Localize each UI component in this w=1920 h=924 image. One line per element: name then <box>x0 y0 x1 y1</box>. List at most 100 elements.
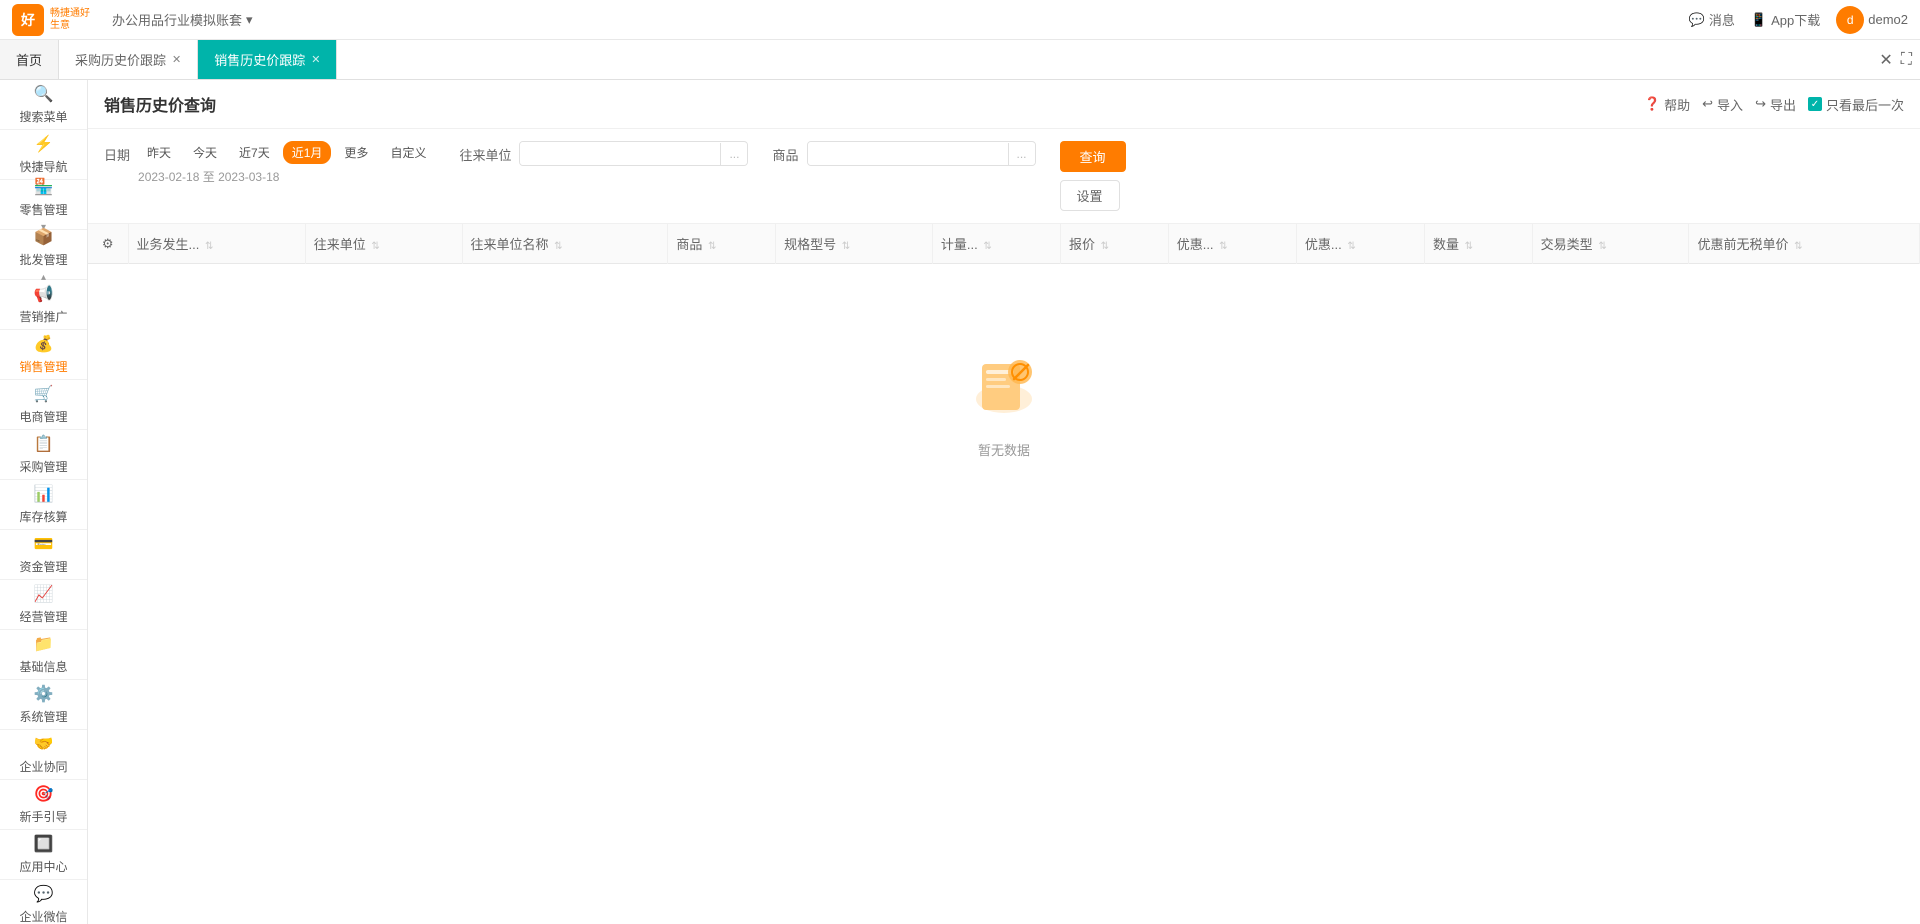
message-btn[interactable]: 💬 消息 <box>1689 10 1735 29</box>
tab-bar: 首页 采购历史价跟踪 ✕ 销售历史价跟踪 ✕ ✕ ⛶ <box>0 40 1920 80</box>
tab-purchase-history[interactable]: 采购历史价跟踪 ✕ <box>59 40 198 79</box>
search-menu-icon: 🔍 <box>34 84 54 104</box>
col-quantity-label: 数量 <box>1433 237 1459 252</box>
col-pre-tax-price-label: 优惠前无税单价 <box>1697 237 1788 252</box>
sidebar-item-purchase-mgmt[interactable]: 📋 采购管理 <box>0 430 87 480</box>
tab-purchase-label: 采购历史价跟踪 <box>75 50 166 69</box>
sidebar-item-new-guide[interactable]: 🎯 新手引导 <box>0 780 87 830</box>
col-discount1-label: 优惠... <box>1177 237 1214 252</box>
date-btn-group: 昨天 今天 近7天 近1月 更多 自定义 <box>138 141 435 164</box>
workspace-dropdown[interactable]: 办公用品行业模拟账套 ▾ <box>112 10 253 29</box>
export-btn[interactable]: ↪ 导出 <box>1755 95 1796 114</box>
tab-home[interactable]: 首页 <box>0 40 59 79</box>
logo-icon: 好 <box>12 4 44 36</box>
app-center-icon: 🔲 <box>34 834 54 854</box>
sidebar-item-enterprise-collab[interactable]: 🤝 企业协同 <box>0 730 87 780</box>
sidebar-item-marketing[interactable]: 📢 营销推广 <box>0 280 87 330</box>
date-filter-label: 日期 <box>104 141 130 164</box>
col-quoted-price-label: 报价 <box>1069 237 1095 252</box>
basic-info-icon: 📁 <box>34 634 54 654</box>
query-button[interactable]: 查询 <box>1060 141 1126 172</box>
import-btn[interactable]: ↩ 导入 <box>1702 95 1743 114</box>
sidebar-item-wholesale-mgmt[interactable]: 📦 批发管理 ▴ <box>0 230 87 280</box>
empty-illustration <box>964 344 1044 424</box>
date-filters: 昨天 今天 近7天 近1月 更多 自定义 2023-02-18 至 2023-0… <box>138 141 435 185</box>
settings-button[interactable]: 设置 <box>1060 180 1120 211</box>
workspace-label: 办公用品行业模拟账套 <box>112 10 242 29</box>
tab-maximize-icon[interactable]: ⛶ <box>1901 51 1912 69</box>
sidebar-item-enterprise-wechat[interactable]: 💬 企业微信 <box>0 880 87 924</box>
message-icon: 💬 <box>1689 12 1705 28</box>
sidebar-item-basic-info[interactable]: 📁 基础信息 <box>0 630 87 680</box>
col-trade-type[interactable]: 交易类型 ⇅ <box>1532 224 1689 264</box>
tab-sales-history[interactable]: 销售历史价跟踪 ✕ <box>198 40 337 79</box>
date-btn-1month[interactable]: 近1月 <box>283 141 332 164</box>
only-last-checkbox[interactable]: ✓ <box>1808 97 1822 111</box>
sidebar-item-search-menu[interactable]: 🔍 搜索菜单 <box>0 80 87 130</box>
col-partner-code[interactable]: 往来单位 ⇅ <box>305 224 462 264</box>
tab-sales-label: 销售历史价跟踪 <box>214 50 305 69</box>
sort-icon: ⇅ <box>371 241 379 252</box>
table-area: ⚙ 业务发生... ⇅ 往来单位 ⇅ 往来单位名称 <box>88 224 1920 924</box>
page-title: 销售历史价查询 <box>104 92 216 116</box>
logo-text: 畅捷通好生意 <box>50 8 92 32</box>
sidebar-item-quick-nav[interactable]: ⚡ 快捷导航 <box>0 130 87 180</box>
sidebar-item-sales-mgmt[interactable]: 💰 销售管理 <box>0 330 87 380</box>
col-pre-tax-price[interactable]: 优惠前无税单价 ⇅ <box>1689 224 1920 264</box>
date-btn-more[interactable]: 更多 <box>335 141 377 164</box>
date-btn-today[interactable]: 今天 <box>184 141 226 164</box>
goods-input-suffix[interactable]: ... <box>1008 143 1035 165</box>
col-unit[interactable]: 计量... ⇅ <box>932 224 1060 264</box>
col-goods[interactable]: 商品 ⇅ <box>668 224 776 264</box>
col-partner-name[interactable]: 往来单位名称 ⇅ <box>462 224 668 264</box>
sidebar-item-retail-mgmt[interactable]: 🏪 零售管理 ▾ <box>0 180 87 230</box>
tab-bar-end: ✕ ⛶ <box>1871 40 1920 79</box>
date-btn-7days[interactable]: 近7天 <box>230 141 279 164</box>
tab-home-label: 首页 <box>16 50 42 69</box>
col-biz-date[interactable]: 业务发生... ⇅ <box>128 224 305 264</box>
col-trade-type-label: 交易类型 <box>1541 237 1593 252</box>
sidebar-item-finance-mgmt[interactable]: 💳 资金管理 <box>0 530 87 580</box>
sidebar-item-operations-mgmt[interactable]: 📈 经营管理 <box>0 580 87 630</box>
col-quoted-price[interactable]: 报价 ⇅ <box>1061 224 1169 264</box>
export-label: 导出 <box>1770 95 1796 114</box>
main-layout: 🔍 搜索菜单 ⚡ 快捷导航 🏪 零售管理 ▾ 📦 批发管理 ▴ 📢 营销推广 💰… <box>0 80 1920 924</box>
col-spec[interactable]: 规格型号 ⇅ <box>776 224 933 264</box>
col-quantity[interactable]: 数量 ⇅ <box>1424 224 1532 264</box>
help-btn[interactable]: ❓ 帮助 <box>1644 95 1690 114</box>
avatar: d <box>1836 6 1864 34</box>
data-table: ⚙ 业务发生... ⇅ 往来单位 ⇅ 往来单位名称 <box>88 224 1920 264</box>
sidebar-item-inventory[interactable]: 📊 库存核算 <box>0 480 87 530</box>
sidebar-item-app-center[interactable]: 🔲 应用中心 <box>0 830 87 880</box>
sort-icon: ⇅ <box>983 241 991 252</box>
table-settings-icon[interactable]: ⚙ <box>102 236 114 251</box>
only-last-checkbox-area[interactable]: ✓ 只看最后一次 <box>1808 95 1904 114</box>
date-btn-yesterday[interactable]: 昨天 <box>138 141 180 164</box>
user-area[interactable]: d demo2 <box>1836 6 1908 34</box>
goods-input[interactable] <box>808 142 1008 165</box>
col-partner-name-label: 往来单位名称 <box>471 237 549 252</box>
col-discount1[interactable]: 优惠... ⇅ <box>1168 224 1296 264</box>
col-discount2-label: 优惠... <box>1305 237 1342 252</box>
sidebar-item-ecommerce-mgmt[interactable]: 🛒 电商管理 <box>0 380 87 430</box>
sidebar-item-label: 零售管理 <box>19 201 67 218</box>
filter-actions: 查询 设置 <box>1060 141 1126 211</box>
unit-input-suffix[interactable]: ... <box>720 143 747 165</box>
date-filter-group: 日期 昨天 今天 近7天 近1月 更多 自定义 2023-02-18 至 202… <box>104 141 435 185</box>
filter-area: 日期 昨天 今天 近7天 近1月 更多 自定义 2023-02-18 至 202… <box>88 129 1920 224</box>
empty-text: 暂无数据 <box>978 440 1030 459</box>
download-btn[interactable]: 📱 App下载 <box>1751 10 1820 29</box>
tab-purchase-close-icon[interactable]: ✕ <box>172 53 181 66</box>
col-settings[interactable]: ⚙ <box>88 224 128 264</box>
tab-close-all-icon[interactable]: ✕ <box>1879 50 1892 70</box>
operations-mgmt-icon: 📈 <box>34 584 54 604</box>
import-icon: ↩ <box>1702 96 1713 112</box>
date-btn-custom[interactable]: 自定义 <box>381 141 435 164</box>
unit-input[interactable] <box>520 142 720 165</box>
sidebar-item-system-mgmt[interactable]: ⚙️ 系统管理 <box>0 680 87 730</box>
tab-sales-close-icon[interactable]: ✕ <box>311 53 320 66</box>
sort-icon: ⇅ <box>1465 241 1473 252</box>
col-discount2[interactable]: 优惠... ⇅ <box>1296 224 1424 264</box>
sidebar-item-label: 批发管理 <box>19 251 67 268</box>
unit-filter-group: 往来单位 ... <box>459 141 748 166</box>
